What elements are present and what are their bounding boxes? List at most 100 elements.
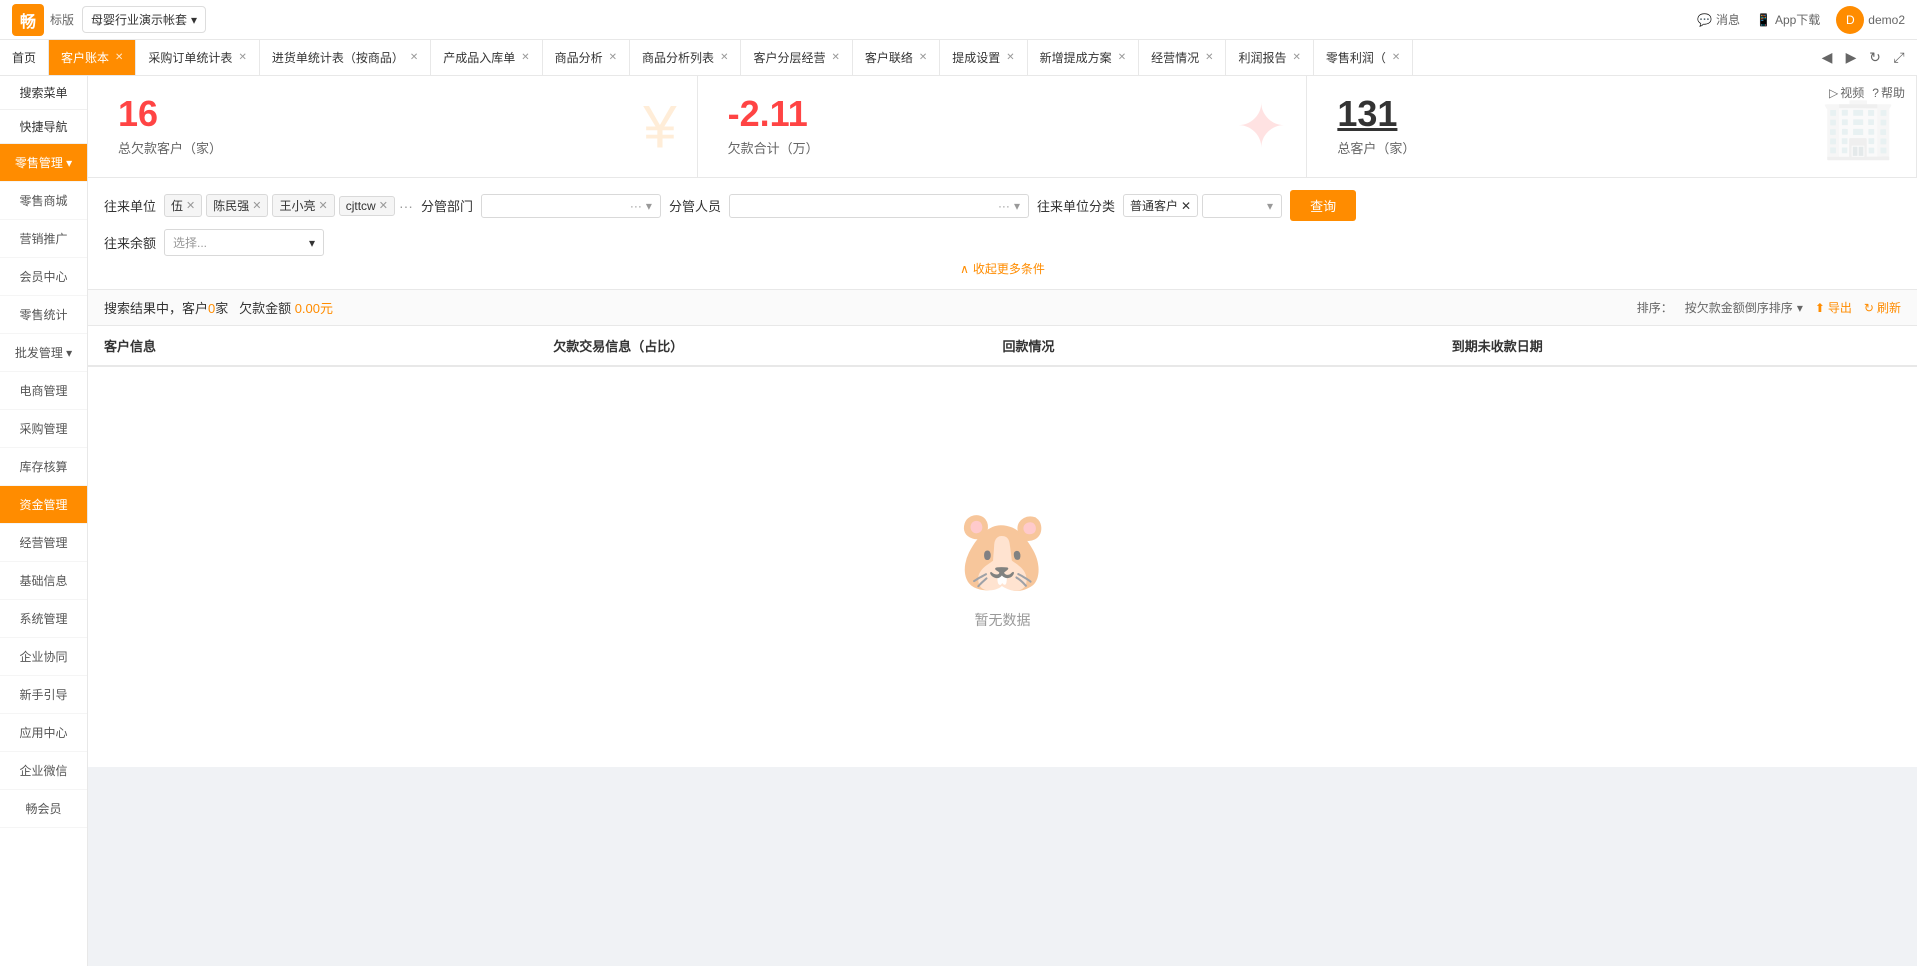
export-button[interactable]: ⬆ 导出 <box>1815 299 1852 316</box>
help-button[interactable]: ? 帮助 <box>1872 84 1905 101</box>
tab-customer-ledger[interactable]: 客户账本 ✕ <box>49 40 136 75</box>
org-selector[interactable]: 母婴行业演示帐套 ▾ <box>82 6 206 33</box>
sidebar-item-member-center[interactable]: 会员中心 <box>0 258 87 296</box>
close-icon[interactable]: ✕ <box>1118 52 1126 63</box>
sidebar-item-system[interactable]: 系统管理 <box>0 600 87 638</box>
tab-add-commission[interactable]: 新增提成方案 ✕ <box>1028 40 1139 75</box>
message-button[interactable]: 💬 消息 <box>1697 11 1740 28</box>
nav-tabs: 首页 客户账本 ✕ 采购订单统计表 ✕ 进货单统计表（按商品） ✕ 产成品入库单… <box>0 40 1917 76</box>
export-icon: ⬆ <box>1815 301 1825 315</box>
sidebar-item-enterprise[interactable]: 企业协同 <box>0 638 87 676</box>
app-download-button[interactable]: 📱 App下载 <box>1756 11 1820 28</box>
close-icon[interactable]: ✕ <box>521 52 529 63</box>
sort-select[interactable]: 按欠款金额倒序排序 ▾ <box>1685 299 1803 316</box>
unit-tags: 伍 ✕ 陈民强 ✕ 王小亮 ✕ cjttcw ✕ ··· <box>164 194 413 217</box>
tab-purchase-order[interactable]: 采购订单统计表 ✕ <box>136 40 259 75</box>
tab-customer-layer[interactable]: 客户分层经营 ✕ <box>741 40 852 75</box>
close-icon[interactable]: ✕ <box>1293 52 1301 63</box>
remove-tag-2[interactable]: ✕ <box>252 199 261 212</box>
person-dots[interactable]: ··· <box>998 199 1010 213</box>
remove-category-tag[interactable]: ✕ <box>1181 199 1191 213</box>
sidebar-item-wholesale[interactable]: 批发管理 ▾ <box>0 334 87 372</box>
unit-tag-4: cjttcw ✕ <box>339 196 395 216</box>
sidebar-item-retail-stat[interactable]: 零售统计 <box>0 296 87 334</box>
sidebar-item-purchase[interactable]: 采购管理 <box>0 410 87 448</box>
close-icon[interactable]: ✕ <box>919 52 927 63</box>
nav-refresh-button[interactable]: ↻ <box>1865 48 1885 68</box>
content-area: ¥ 16 总欠款客户（家） ✦ -2.11 欠款合计（万） 🏢 131 总客户（… <box>88 76 1917 966</box>
tab-commission-setting[interactable]: 提成设置 ✕ <box>940 40 1027 75</box>
sidebar-item-retail-mgmt[interactable]: 零售管理 ▾ <box>0 144 87 182</box>
dept-select[interactable]: ··· ▾ <box>481 194 661 218</box>
stat-debt-label: 欠款合计（万） <box>728 138 819 157</box>
nav-expand-button[interactable]: ⤢ <box>1889 48 1909 68</box>
close-icon[interactable]: ✕ <box>238 52 246 63</box>
close-icon[interactable]: ✕ <box>1205 52 1213 63</box>
tab-customer-contact[interactable]: 客户联络 ✕ <box>853 40 940 75</box>
sidebar-item-basic-info[interactable]: 基础信息 <box>0 562 87 600</box>
sidebar-item-retail-mall[interactable]: 零售商城 <box>0 182 87 220</box>
stat-customers: ¥ 16 总欠款客户（家） <box>88 76 698 177</box>
table-body: 🐹 暂无数据 <box>88 367 1917 767</box>
nav-left-button[interactable]: ◀ <box>1817 48 1837 68</box>
tab-purchase-stat[interactable]: 进货单统计表（按商品） ✕ <box>260 40 431 75</box>
close-icon[interactable]: ✕ <box>720 52 728 63</box>
close-icon[interactable]: ✕ <box>410 52 418 63</box>
sidebar-item-ecommerce[interactable]: 电商管理 <box>0 372 87 410</box>
top-bar: 畅 标版 母婴行业演示帐套 ▾ 💬 消息 📱 App下载 D demo2 <box>0 0 1917 40</box>
dept-dots[interactable]: ··· <box>630 199 642 213</box>
category-select-area: 普通客户 ✕ ▾ <box>1123 194 1282 218</box>
top-bar-right: 💬 消息 📱 App下载 D demo2 <box>1697 6 1905 34</box>
close-icon[interactable]: ✕ <box>831 52 839 63</box>
person-select[interactable]: ··· ▾ <box>729 194 1029 218</box>
stat-debt: ✦ -2.11 欠款合计（万） <box>698 76 1308 177</box>
col-due-date: 到期未收款日期 <box>1452 336 1901 355</box>
stat-debt-value: -2.11 <box>728 96 808 132</box>
remove-tag-3[interactable]: ✕ <box>319 199 328 212</box>
sidebar-item-operation-mgmt[interactable]: 经营管理 <box>0 524 87 562</box>
close-icon[interactable]: ✕ <box>115 52 123 63</box>
collapse-button[interactable]: ∧ 收起更多条件 <box>104 260 1901 277</box>
tab-product-inbound[interactable]: 产成品入库单 ✕ <box>431 40 542 75</box>
search-actions: 排序： 按欠款金额倒序排序 ▾ ⬆ 导出 ↻ 刷新 <box>1637 299 1901 316</box>
tab-retail-profit[interactable]: 零售利润（ ✕ <box>1314 40 1413 75</box>
close-icon[interactable]: ✕ <box>1006 52 1014 63</box>
search-result-text: 搜索结果中，客户0家 欠款金额 0.00元 <box>104 298 333 317</box>
tab-profit-report[interactable]: 利润报告 ✕ <box>1226 40 1313 75</box>
close-icon[interactable]: ✕ <box>609 52 617 63</box>
unit-label: 往来单位 <box>104 196 156 215</box>
balance-select[interactable]: 选择... ▾ <box>164 229 324 256</box>
remove-tag-4[interactable]: ✕ <box>379 199 388 212</box>
category-dropdown[interactable]: ▾ <box>1202 194 1282 218</box>
filter-row-1: 往来单位 伍 ✕ 陈民强 ✕ 王小亮 ✕ cjttcw <box>104 190 1901 221</box>
sidebar-item-guide[interactable]: 新手引导 <box>0 676 87 714</box>
collapse-label: 收起更多条件 <box>973 260 1045 277</box>
sidebar-item-app-center[interactable]: 应用中心 <box>0 714 87 752</box>
more-tags-button[interactable]: ··· <box>399 198 413 214</box>
refresh-icon: ↻ <box>1864 301 1874 315</box>
sidebar-item-inventory[interactable]: 库存核算 <box>0 448 87 486</box>
user-area[interactable]: D demo2 <box>1836 6 1905 34</box>
sidebar-search[interactable]: 搜索菜单 <box>0 76 87 110</box>
tab-goods-list[interactable]: 商品分析列表 ✕ <box>630 40 741 75</box>
sidebar-quick-nav[interactable]: 快捷导航 <box>0 110 87 144</box>
tab-home[interactable]: 首页 <box>0 40 49 75</box>
close-icon[interactable]: ✕ <box>1392 52 1400 63</box>
logo-icon: 畅 <box>12 4 44 36</box>
building-icon: 🏢 <box>1821 91 1896 162</box>
refresh-button[interactable]: ↻ 刷新 <box>1864 299 1901 316</box>
tab-operation[interactable]: 经营情况 ✕ <box>1139 40 1226 75</box>
remove-tag-1[interactable]: ✕ <box>186 199 195 212</box>
sidebar-item-wechat[interactable]: 企业微信 <box>0 752 87 790</box>
query-button[interactable]: 查询 <box>1290 190 1356 221</box>
nav-controls: ◀ ▶ ↻ ⤢ <box>1809 48 1917 68</box>
dept-chevron-icon: ▾ <box>646 199 652 213</box>
nav-right-button[interactable]: ▶ <box>1841 48 1861 68</box>
table-header: 客户信息 欠款交易信息（占比） 回款情况 到期未收款日期 <box>88 326 1917 367</box>
video-button[interactable]: ▷ 视频 <box>1829 84 1864 101</box>
tab-goods-analysis[interactable]: 商品分析 ✕ <box>543 40 630 75</box>
filter-area: 往来单位 伍 ✕ 陈民强 ✕ 王小亮 ✕ cjttcw <box>88 178 1917 290</box>
sidebar-item-marketing[interactable]: 营销推广 <box>0 220 87 258</box>
sidebar-item-member[interactable]: 畅会员 <box>0 790 87 828</box>
sidebar-item-finance[interactable]: 资金管理 <box>0 486 87 524</box>
